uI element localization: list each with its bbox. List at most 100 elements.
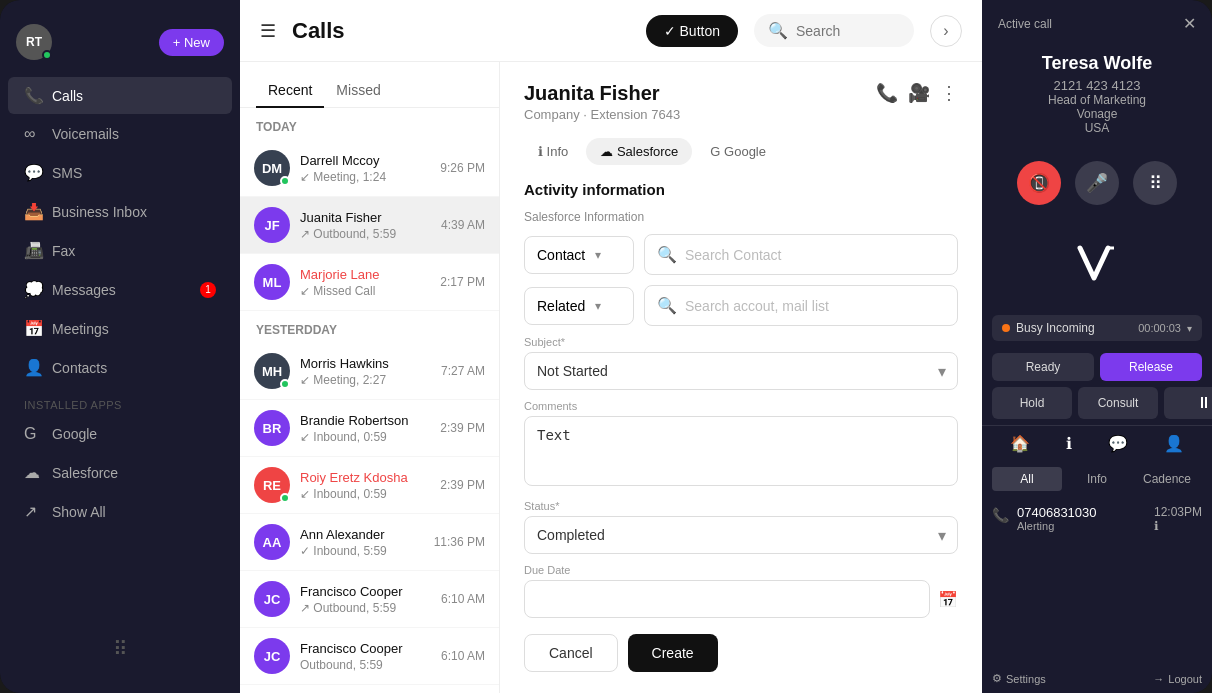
call-item[interactable]: JC Francisco Cooper ↗ Outbound, 5:59 6:1…	[240, 571, 499, 628]
person-tab-icon[interactable]: 👤	[1164, 434, 1184, 453]
contact-header: Juanita Fisher Company · Extension 7643 …	[524, 82, 958, 122]
video-icon[interactable]: 🎥	[908, 82, 930, 104]
keypad-button[interactable]: ⠿	[1133, 161, 1177, 205]
main-panel: ☰ Calls ✓ Button 🔍 › Recent Missed TODAY	[240, 0, 982, 693]
search-icon: 🔍	[768, 21, 788, 40]
search-bar[interactable]: 🔍	[754, 14, 914, 47]
new-button[interactable]: + New	[159, 29, 224, 56]
dialpad-icon[interactable]: ⠿	[113, 637, 128, 661]
sidebar-item-google[interactable]: G Google	[8, 416, 232, 452]
sidebar-item-meetings[interactable]: 📅 Meetings	[8, 310, 232, 347]
related-dropdown[interactable]: Related ▾	[524, 287, 634, 325]
contact-search-input[interactable]	[685, 247, 945, 263]
btn-row: Cancel Create	[524, 634, 958, 672]
call-name: Francisco Cooper	[300, 641, 431, 656]
related-search-wrapper[interactable]: 🔍	[644, 285, 958, 326]
tab-salesforce[interactable]: ☁ Salesforce	[586, 138, 692, 165]
top-bar: ☰ Calls ✓ Button 🔍 ›	[240, 0, 982, 62]
call-item[interactable]: MH Morris Hawkins ↙ Meeting, 2:27 7:27 A…	[240, 343, 499, 400]
call-item[interactable]: ML Marjorie Lane ↙ Missed Call 2:17 PM	[240, 254, 499, 311]
sidebar-item-fax[interactable]: 📠 Fax	[8, 232, 232, 269]
business-inbox-icon: 📥	[24, 202, 42, 221]
contact-name: Juanita Fisher	[524, 82, 876, 105]
call-record-status: Alerting	[1017, 520, 1146, 532]
call-info: Darrell Mccoy ↙ Meeting, 1:24	[300, 153, 430, 184]
contact-info: Juanita Fisher Company · Extension 7643	[524, 82, 876, 122]
ready-button[interactable]: Ready	[992, 353, 1094, 381]
chat-tab-icon[interactable]: 💬	[1108, 434, 1128, 453]
call-info: Marjorie Lane ↙ Missed Call	[300, 267, 430, 298]
sidebar-item-calls[interactable]: 📞 Calls	[8, 77, 232, 114]
close-icon[interactable]: ✕	[1183, 14, 1196, 33]
pause-button[interactable]: ⏸	[1164, 387, 1212, 419]
due-date-label: Due Date	[524, 564, 958, 576]
related-search-input[interactable]	[685, 298, 945, 314]
info-icon[interactable]: ℹ	[1154, 519, 1202, 533]
sidebar-item-business-inbox[interactable]: 📥 Business Inbox	[8, 193, 232, 230]
sidebar-item-sms[interactable]: 💬 SMS	[8, 154, 232, 191]
comments-textarea[interactable]: Text	[524, 416, 958, 486]
tab-info[interactable]: ℹ Info	[524, 138, 582, 165]
call-item[interactable]: JC Francisco Cooper Outbound, 5:59 6:10 …	[240, 685, 499, 693]
call-item[interactable]: JC Francisco Cooper Outbound, 5:59 6:10 …	[240, 628, 499, 685]
status-select[interactable]: Completed	[524, 516, 958, 554]
create-button[interactable]: Create	[628, 634, 718, 672]
info-tab[interactable]: Info	[1062, 467, 1132, 491]
consult-button[interactable]: Consult	[1078, 387, 1158, 419]
call-avatar: JC	[254, 581, 290, 617]
tab-recent[interactable]: Recent	[256, 74, 324, 108]
check-button[interactable]: ✓ Button	[646, 15, 738, 47]
call-record-info: 07406831030 Alerting	[1017, 505, 1146, 532]
status-label: Busy Incoming	[1016, 321, 1132, 335]
messages-icon: 💭	[24, 280, 42, 299]
search-input[interactable]	[796, 23, 896, 39]
tab-google[interactable]: G Google	[696, 138, 780, 165]
call-item[interactable]: JF Juanita Fisher ↗ Outbound, 5:59 4:39 …	[240, 197, 499, 254]
caller-title: Head of Marketing	[998, 93, 1196, 107]
search-icon: 🔍	[657, 245, 677, 264]
sidebar-item-voicemails[interactable]: ∞ Voicemails	[8, 116, 232, 152]
cadence-tab[interactable]: Cadence	[1132, 467, 1202, 491]
sidebar-item-show-all[interactable]: ↗ Show All	[8, 493, 232, 530]
call-info: Ann Alexander ✓ Inbound, 5:59	[300, 527, 424, 558]
logout-item[interactable]: → Logout	[1153, 673, 1202, 685]
chevron-down-icon: ▾	[1187, 323, 1192, 334]
detail-panel: Juanita Fisher Company · Extension 7643 …	[500, 62, 982, 693]
sidebar: RT + New 📞 Calls ∞ Voicemails 💬 SMS 📥 Bu…	[0, 0, 240, 693]
arrow-button[interactable]: ›	[930, 15, 962, 47]
home-tab-icon[interactable]: 🏠	[1010, 434, 1030, 453]
hold-button[interactable]: Hold	[992, 387, 1072, 419]
settings-item[interactable]: ⚙ Settings	[992, 672, 1046, 685]
sidebar-item-salesforce[interactable]: ☁ Salesforce	[8, 454, 232, 491]
call-name: Ann Alexander	[300, 527, 424, 542]
calendar-icon[interactable]: 📅	[938, 590, 958, 609]
call-item[interactable]: AA Ann Alexander ✓ Inbound, 5:59 11:36 P…	[240, 514, 499, 571]
call-item[interactable]: RE Roiy Eretz Kdosha ↙ Inbound, 0:59 2:3…	[240, 457, 499, 514]
sms-icon: 💬	[24, 163, 42, 182]
cancel-button[interactable]: Cancel	[524, 634, 618, 672]
mute-button[interactable]: 🎤	[1075, 161, 1119, 205]
end-call-button[interactable]: 📵	[1017, 161, 1061, 205]
all-tab[interactable]: All	[992, 467, 1062, 491]
info-tab-icon[interactable]: ℹ	[1066, 434, 1072, 453]
page-title: Calls	[292, 18, 345, 44]
bottom-actions: ⚙ Settings → Logout	[982, 664, 1212, 693]
contact-dropdown[interactable]: Contact ▾	[524, 236, 634, 274]
contact-search-wrapper[interactable]: 🔍	[644, 234, 958, 275]
show-all-icon: ↗	[24, 502, 42, 521]
sidebar-item-contacts[interactable]: 👤 Contacts	[8, 349, 232, 386]
call-item[interactable]: BR Brandie Robertson ↙ Inbound, 0:59 2:3…	[240, 400, 499, 457]
sidebar-item-messages[interactable]: 💭 Messages 1	[8, 271, 232, 308]
call-time: 2:17 PM	[440, 275, 485, 289]
info-tabs: All Info Cadence	[982, 461, 1212, 497]
call-item[interactable]: DM Darrell Mccoy ↙ Meeting, 1:24 9:26 PM	[240, 140, 499, 197]
tab-missed[interactable]: Missed	[324, 74, 392, 108]
release-button[interactable]: Release	[1100, 353, 1202, 381]
phone-icon[interactable]: 📞	[876, 82, 898, 104]
due-date-field: Due Date 02/04/2020 📅	[524, 564, 958, 618]
more-icon[interactable]: ⋮	[940, 82, 958, 104]
due-date-input[interactable]: 02/04/2020	[524, 580, 930, 618]
call-name: Morris Hawkins	[300, 356, 431, 371]
subject-select[interactable]: Not Started	[524, 352, 958, 390]
menu-icon[interactable]: ☰	[260, 20, 276, 42]
